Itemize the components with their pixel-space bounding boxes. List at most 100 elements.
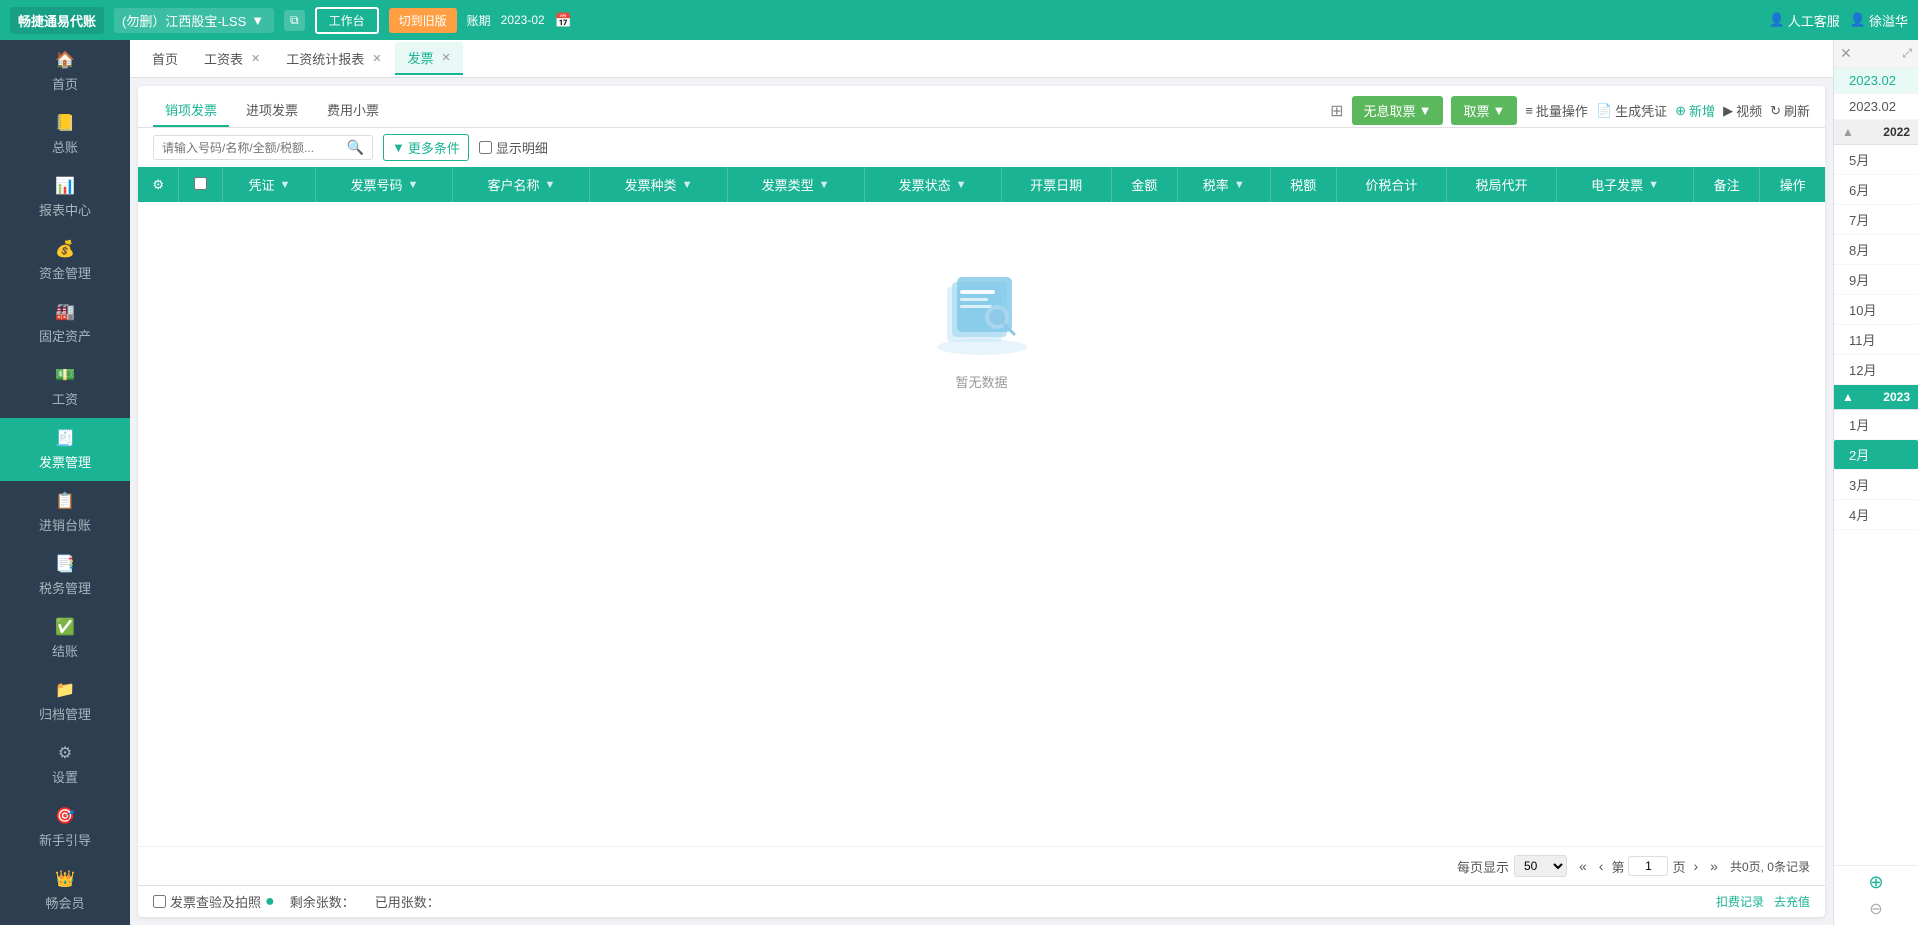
settings-icon: ⚙	[58, 743, 72, 763]
tab-payroll-stat[interactable]: 工资统计报表 ✕	[274, 43, 393, 74]
deduction-record-link[interactable]: 扣费记录	[1716, 893, 1764, 910]
new-invoice-button[interactable]: ⊕ 新增	[1675, 101, 1715, 120]
home-icon: 🏠	[55, 50, 75, 70]
date-item-2022-5[interactable]: 5月	[1834, 145, 1918, 175]
year-2022-collapse-icon[interactable]: ▲	[1842, 125, 1854, 139]
sidebar-item-member[interactable]: 👑 畅会员	[0, 859, 130, 922]
copy-button[interactable]: ⧉	[284, 10, 305, 31]
date-label-2023-4: 4月	[1849, 508, 1869, 523]
expand-panel-button[interactable]: ⤢	[1902, 46, 1912, 61]
user-name: 徐溢华	[1869, 11, 1908, 30]
sidebar-item-close[interactable]: ✅ 结账	[0, 607, 130, 670]
content-area: 首页 工资表 ✕ 工资统计报表 ✕ 发票 ✕ 销项发票	[130, 40, 1833, 925]
date-item-2022-8[interactable]: 8月	[1834, 235, 1918, 265]
tab-payroll-table-close[interactable]: ✕	[251, 52, 260, 65]
tab-payroll-stat-close[interactable]: ✕	[372, 52, 381, 65]
th-customer[interactable]: 客户名称 ▼	[453, 167, 590, 202]
th-tax-rate[interactable]: 税率 ▼	[1177, 167, 1270, 202]
sub-tab-sales-invoice[interactable]: 销项发票	[153, 94, 229, 127]
th-invoice-status[interactable]: 发票状态 ▼	[864, 167, 1001, 202]
sidebar-item-capital[interactable]: 💰 资金管理	[0, 229, 130, 292]
sub-tab-expense-receipt[interactable]: 费用小票	[315, 94, 391, 127]
panel-bottom-icon[interactable]: ⊖	[1869, 899, 1882, 919]
invoice-type-filter-icon[interactable]: ▼	[682, 179, 693, 191]
th-voucher[interactable]: 凭证 ▼	[223, 167, 316, 202]
invoice-check-checkbox[interactable]	[153, 895, 166, 908]
date-item-2023-02-first[interactable]: 2023.02	[1834, 68, 1918, 94]
show-detail-checkbox[interactable]	[479, 141, 492, 154]
show-detail-wrap[interactable]: 显示明细	[479, 138, 548, 157]
date-item-2023-2[interactable]: 2月	[1834, 440, 1918, 470]
page-size-select[interactable]: 10 20 50 100	[1514, 855, 1567, 877]
date-item-2023-1[interactable]: 1月	[1834, 410, 1918, 440]
last-page-button[interactable]: »	[1706, 857, 1722, 875]
ticket-button[interactable]: 取票 ▼	[1451, 96, 1517, 125]
year-2023-collapse-icon[interactable]: ▲	[1842, 390, 1854, 404]
e-invoice-th-label: 电子发票	[1591, 175, 1643, 194]
next-page-button[interactable]: ›	[1690, 857, 1703, 875]
th-e-invoice[interactable]: 电子发票 ▼	[1557, 167, 1694, 202]
user-avatar[interactable]: 👤 徐溢华	[1850, 11, 1908, 30]
th-settings[interactable]: ⚙	[138, 167, 179, 202]
workbench-button[interactable]: 工作台	[315, 7, 379, 34]
tab-invoice-close[interactable]: ✕	[442, 51, 451, 64]
more-conditions-button[interactable]: ▼ 更多条件	[383, 134, 469, 161]
generate-voucher-button[interactable]: 📄 生成凭证	[1596, 101, 1667, 120]
sidebar-item-payroll[interactable]: 💵 工资	[0, 355, 130, 418]
date-item-2022-12[interactable]: 12月	[1834, 355, 1918, 385]
company-selector[interactable]: (勿删）江西股宝-LSS ▼	[114, 8, 274, 33]
customer-filter-icon[interactable]: ▼	[545, 179, 556, 191]
grid-view-icon[interactable]: ⊞	[1330, 101, 1343, 121]
date-item-2022-11[interactable]: 11月	[1834, 325, 1918, 355]
sidebar-item-invoice[interactable]: 🧾 发票管理	[0, 418, 130, 481]
no-ticket-button[interactable]: 无息取票 ▼	[1352, 96, 1444, 125]
prev-page-button[interactable]: ‹	[1595, 857, 1608, 875]
support-item[interactable]: 👤 人工客服	[1769, 11, 1840, 30]
refresh-button[interactable]: ↻ 刷新	[1770, 101, 1810, 120]
tax-amount-th-label: 税额	[1290, 175, 1316, 194]
invoice-no-filter-icon[interactable]: ▼	[408, 179, 419, 191]
sidebar-item-home[interactable]: 🏠 首页	[0, 40, 130, 103]
sidebar-item-settings[interactable]: ⚙ 设置	[0, 733, 130, 796]
date-item-2022-9[interactable]: 9月	[1834, 265, 1918, 295]
search-icon[interactable]: 🔍	[347, 139, 364, 156]
voucher-th-label: 凭证	[248, 175, 274, 194]
sidebar-item-assets[interactable]: 🏭 固定资产	[0, 292, 130, 355]
date-item-2022-6[interactable]: 6月	[1834, 175, 1918, 205]
th-invoice-no[interactable]: 发票号码 ▼	[316, 167, 453, 202]
th-checkbox[interactable]	[179, 167, 223, 202]
switch-version-button[interactable]: 切到旧版	[389, 8, 457, 33]
date-item-2022-10[interactable]: 10月	[1834, 295, 1918, 325]
th-invoice-category[interactable]: 发票类型 ▼	[727, 167, 864, 202]
sidebar-item-sales[interactable]: 📋 进销台账	[0, 481, 130, 544]
date-item-2023-02-second[interactable]: 2023.02	[1834, 94, 1918, 120]
date-item-2022-7[interactable]: 7月	[1834, 205, 1918, 235]
invoice-category-filter-icon[interactable]: ▼	[819, 179, 830, 191]
close-panel-button[interactable]: ✕	[1840, 45, 1852, 62]
tax-rate-filter-icon[interactable]: ▼	[1234, 179, 1245, 191]
invoice-status-filter-icon[interactable]: ▼	[956, 179, 967, 191]
recharge-link[interactable]: 去充值	[1774, 893, 1810, 910]
date-item-2023-3[interactable]: 3月	[1834, 470, 1918, 500]
batch-ops-button[interactable]: ≡ 批量操作	[1525, 101, 1588, 120]
date-item-2023-4[interactable]: 4月	[1834, 500, 1918, 530]
th-invoice-type[interactable]: 发票种类 ▼	[590, 167, 727, 202]
search-input[interactable]	[162, 141, 342, 155]
tab-payroll-table[interactable]: 工资表 ✕	[192, 43, 272, 74]
sidebar-item-archive[interactable]: 📁 归档管理	[0, 670, 130, 733]
e-invoice-filter-icon[interactable]: ▼	[1648, 179, 1659, 191]
select-all-checkbox[interactable]	[194, 177, 207, 190]
sub-tab-purchase-invoice[interactable]: 进项发票	[234, 94, 310, 127]
sidebar-item-tax[interactable]: 📑 税务管理	[0, 544, 130, 607]
add-period-button[interactable]: ⊕	[1868, 872, 1883, 893]
first-page-button[interactable]: «	[1575, 857, 1591, 875]
voucher-filter-icon[interactable]: ▼	[279, 179, 290, 191]
sidebar-item-guide[interactable]: 🎯 新手引导	[0, 796, 130, 859]
page-input[interactable]	[1628, 856, 1668, 876]
video-label: 视频	[1736, 101, 1762, 120]
video-button[interactable]: ▶ 视频	[1723, 101, 1762, 120]
tab-invoice[interactable]: 发票 ✕	[395, 42, 462, 75]
tab-home[interactable]: 首页	[140, 43, 190, 74]
sidebar-item-ledger[interactable]: 📒 总账	[0, 103, 130, 166]
sidebar-item-reports[interactable]: 📊 报表中心	[0, 166, 130, 229]
